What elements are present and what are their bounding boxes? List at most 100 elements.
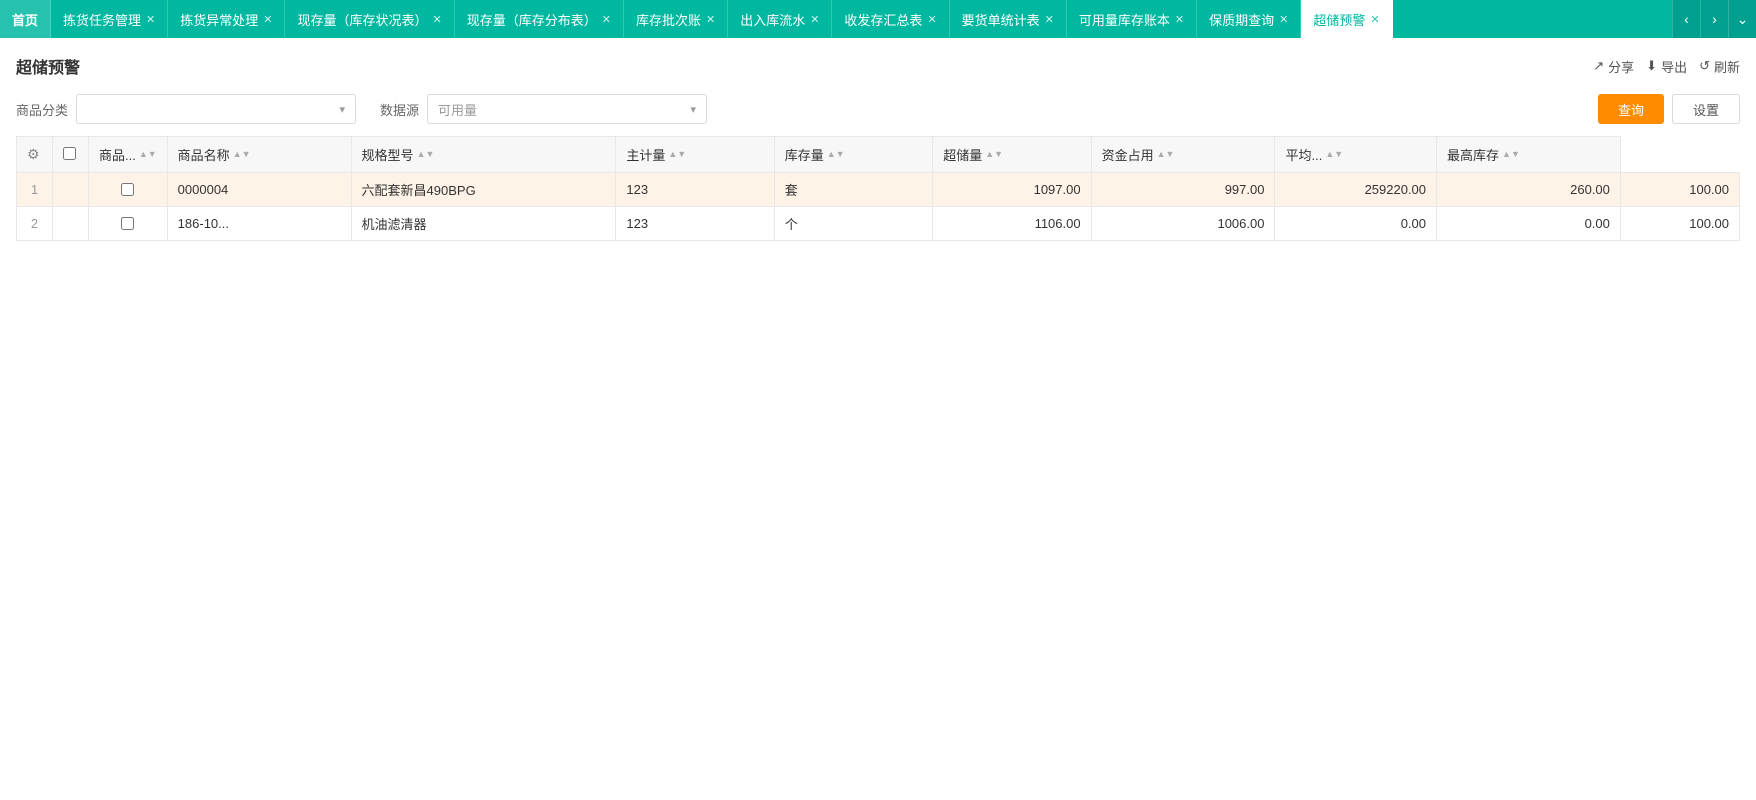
- nav-prev-button[interactable]: ‹: [1672, 0, 1700, 38]
- datasource-select[interactable]: 可用量 ▾: [427, 94, 707, 124]
- nav-tab-2[interactable]: 拣货异常处理 ✕: [168, 0, 285, 38]
- close-icon[interactable]: ✕: [263, 13, 272, 26]
- table-row: 1 0000004 六配套新昌490BPG 123 套 1097.00 997.…: [17, 173, 1740, 207]
- nav-tab-6[interactable]: 出入库流水 ✕: [728, 0, 832, 38]
- close-icon[interactable]: ✕: [602, 13, 611, 26]
- row-product-code: 0000004: [167, 173, 351, 207]
- row-gear-cell: [53, 173, 89, 207]
- row-spec: 123: [616, 173, 774, 207]
- close-icon[interactable]: ✕: [1045, 13, 1054, 26]
- sort-icon: ▲▼: [827, 150, 845, 159]
- nav-tab-7[interactable]: 收发存汇总表 ✕: [832, 0, 949, 38]
- col-header-capital: 资金占用 ▲▼: [1091, 137, 1275, 173]
- row-unit: 个: [774, 207, 932, 241]
- filter-row: 商品分类 ▾ 数据源 可用量 ▾ 查询 设置: [16, 94, 1740, 124]
- header-actions: ↗ 分享 ⬇ 导出 ↺ 刷新: [1593, 57, 1740, 76]
- col-header-unit: 主计量 ▲▼: [616, 137, 774, 173]
- close-icon[interactable]: ✕: [1175, 13, 1184, 26]
- sort-icon: ▲▼: [668, 150, 686, 159]
- row-over-stock: 1006.00: [1091, 207, 1275, 241]
- row-checkbox[interactable]: [121, 217, 134, 230]
- row-over-stock: 997.00: [1091, 173, 1275, 207]
- row-checkbox[interactable]: [121, 183, 134, 196]
- col-header-product-name: 商品名称 ▲▼: [167, 137, 351, 173]
- nav-tab-1[interactable]: 拣货任务管理 ✕: [51, 0, 168, 38]
- datasource-value: 可用量: [438, 100, 477, 119]
- close-icon[interactable]: ✕: [706, 13, 715, 26]
- nav-home[interactable]: 首页: [0, 0, 51, 38]
- export-link[interactable]: ⬇ 导出: [1646, 57, 1687, 76]
- top-navigation: 首页 拣货任务管理 ✕ 拣货异常处理 ✕ 现存量（库存状况表） ✕ 现存量（库存…: [0, 0, 1756, 38]
- page-title: 超储预警: [16, 54, 80, 78]
- nav-tab-5[interactable]: 库存批次账 ✕: [624, 0, 728, 38]
- nav-tab-4[interactable]: 现存量（库存分布表） ✕: [455, 0, 624, 38]
- refresh-link[interactable]: ↺ 刷新: [1699, 57, 1740, 76]
- col-header-spec: 规格型号 ▲▼: [351, 137, 616, 173]
- category-select[interactable]: ▾: [76, 94, 356, 124]
- data-table: ⚙ 商品... ▲▼ 商品名称 ▲▼: [16, 136, 1740, 241]
- export-icon: ⬇: [1646, 58, 1657, 74]
- filter-actions: 查询 设置: [1598, 94, 1740, 124]
- sort-icon: ▲▼: [985, 150, 1003, 159]
- col-header-product-code: 商品... ▲▼: [89, 137, 168, 173]
- settings-button[interactable]: 设置: [1672, 94, 1740, 124]
- row-index-cell: [89, 173, 168, 207]
- nav-tab-10[interactable]: 保质期查询 ✕: [1197, 0, 1301, 38]
- nav-arrows: ‹ › ⌄: [1672, 0, 1756, 38]
- query-button[interactable]: 查询: [1598, 94, 1664, 124]
- row-product-name: 六配套新昌490BPG: [351, 173, 616, 207]
- col-header-over-stock: 超储量 ▲▼: [933, 137, 1091, 173]
- row-spec: 123: [616, 207, 774, 241]
- close-icon[interactable]: ✕: [810, 13, 819, 26]
- sort-icon: ▲▼: [1325, 150, 1343, 159]
- select-all-checkbox[interactable]: [63, 147, 76, 160]
- row-stock: 1097.00: [933, 173, 1091, 207]
- page-container: 超储预警 ↗ 分享 ⬇ 导出 ↺ 刷新 商品分类 ▾ 数据源: [0, 38, 1756, 800]
- close-icon[interactable]: ✕: [927, 13, 936, 26]
- table-row: 2 186-10... 机油滤清器 123 个 1106.00 1006.00 …: [17, 207, 1740, 241]
- row-capital: 0.00: [1275, 207, 1437, 241]
- col-header-checkbox: [53, 137, 89, 173]
- close-icon[interactable]: ✕: [146, 13, 155, 26]
- datasource-filter-group: 数据源 可用量 ▾: [380, 94, 707, 124]
- row-index: 2: [17, 207, 53, 241]
- table-header-row: ⚙ 商品... ▲▼ 商品名称 ▲▼: [17, 137, 1740, 173]
- row-index: 1: [17, 173, 53, 207]
- chevron-down-icon: ▾: [339, 103, 345, 116]
- row-max-stock: 100.00: [1620, 173, 1739, 207]
- sort-icon: ▲▼: [139, 150, 157, 159]
- close-icon[interactable]: ✕: [433, 13, 442, 26]
- datasource-label: 数据源: [380, 100, 419, 119]
- refresh-icon: ↺: [1699, 58, 1710, 74]
- row-gear-cell: [53, 207, 89, 241]
- close-icon[interactable]: ✕: [1370, 13, 1379, 26]
- nav-tab-active[interactable]: 超储预警 ✕: [1301, 0, 1392, 38]
- nav-tab-8[interactable]: 要货单统计表 ✕: [950, 0, 1067, 38]
- row-stock: 1106.00: [933, 207, 1091, 241]
- page-header: 超储预警 ↗ 分享 ⬇ 导出 ↺ 刷新: [16, 54, 1740, 78]
- share-icon: ↗: [1593, 58, 1604, 74]
- col-header-gear: ⚙: [17, 137, 53, 173]
- share-link[interactable]: ↗ 分享: [1593, 57, 1634, 76]
- row-product-name: 机油滤清器: [351, 207, 616, 241]
- nav-tab-3[interactable]: 现存量（库存状况表） ✕: [285, 0, 454, 38]
- col-header-stock: 库存量 ▲▼: [774, 137, 932, 173]
- nav-next-button[interactable]: ›: [1700, 0, 1728, 38]
- row-product-code: 186-10...: [167, 207, 351, 241]
- sort-icon: ▲▼: [233, 150, 251, 159]
- col-header-max-stock: 最高库存 ▲▼: [1437, 137, 1621, 173]
- sort-icon: ▲▼: [1157, 150, 1175, 159]
- nav-tab-9[interactable]: 可用量库存账本 ✕: [1067, 0, 1197, 38]
- col-header-avg: 平均... ▲▼: [1275, 137, 1437, 173]
- gear-icon[interactable]: ⚙: [27, 146, 40, 162]
- nav-menu-button[interactable]: ⌄: [1728, 0, 1756, 38]
- sort-icon: ▲▼: [1502, 150, 1520, 159]
- row-index-cell: [89, 207, 168, 241]
- row-avg: 260.00: [1437, 173, 1621, 207]
- row-max-stock: 100.00: [1620, 207, 1739, 241]
- row-unit: 套: [774, 173, 932, 207]
- row-avg: 0.00: [1437, 207, 1621, 241]
- close-icon[interactable]: ✕: [1279, 13, 1288, 26]
- sort-icon: ▲▼: [417, 150, 435, 159]
- row-capital: 259220.00: [1275, 173, 1437, 207]
